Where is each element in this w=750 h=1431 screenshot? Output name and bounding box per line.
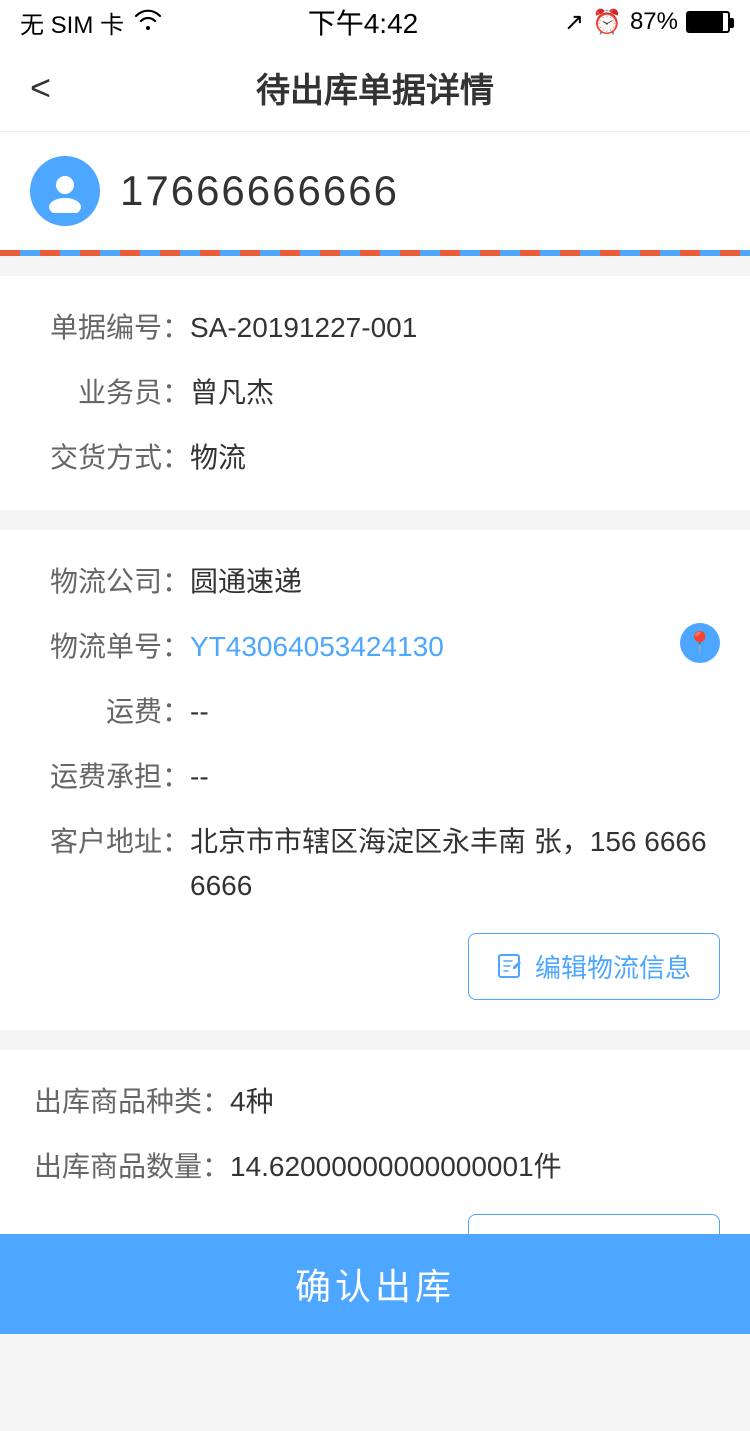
product-quantity-value: 14.62000000000000001件: [230, 1145, 720, 1190]
tracking-number-value: YT43064053424130: [190, 625, 668, 670]
status-bar: 无 SIM 卡 下午4:42 ↗ ⏰ 87%: [0, 0, 750, 44]
freight-bearer-value: --: [190, 755, 720, 800]
product-quantity-label: 出库商品数量：: [30, 1145, 230, 1190]
avatar: [30, 156, 100, 226]
edit-icon: [497, 953, 525, 981]
freight-label: 运费：: [30, 690, 190, 735]
dashed-divider: [0, 250, 750, 256]
battery-icon: [686, 11, 730, 33]
delivery-method-label: 交货方式：: [30, 436, 190, 481]
confirm-button[interactable]: 确认出库: [0, 1234, 750, 1334]
edit-logistics-area: 编辑物流信息: [30, 933, 720, 1000]
status-left: 无 SIM 卡: [20, 5, 162, 40]
section-divider: [0, 1030, 750, 1050]
salesperson-label: 业务员：: [30, 371, 190, 416]
confirm-button-label: 确认出库: [295, 1258, 455, 1310]
salesperson-value: 曾凡杰: [190, 371, 720, 416]
document-number-value: SA-20191227-001: [190, 306, 720, 351]
logistics-company-row: 物流公司： 圆通速递: [30, 560, 720, 605]
customer-phone: 17666666666: [120, 167, 399, 215]
status-right: ↗ ⏰ 87%: [564, 8, 730, 37]
edit-logistics-label: 编辑物流信息: [535, 948, 691, 985]
customer-header: 17666666666: [0, 132, 750, 250]
freight-bearer-label: 运费承担：: [30, 755, 190, 800]
freight-bearer-row: 运费承担： --: [30, 755, 720, 800]
document-number-label: 单据编号：: [30, 306, 190, 351]
delivery-method-row: 交货方式： 物流: [30, 436, 720, 481]
product-type-value: 4种: [230, 1080, 720, 1125]
logistics-company-label: 物流公司：: [30, 560, 190, 605]
address-value: 北京市市辖区海淀区永丰南 张，156 6666 6666: [190, 820, 720, 910]
edit-logistics-button[interactable]: 编辑物流信息: [468, 933, 720, 1000]
logistics-company-value: 圆通速递: [190, 560, 720, 605]
product-type-label: 出库商品种类：: [30, 1080, 230, 1125]
alarm-icon: ⏰: [592, 8, 622, 37]
product-type-row: 出库商品种类： 4种: [30, 1080, 720, 1125]
document-number-row: 单据编号： SA-20191227-001: [30, 306, 720, 351]
back-button[interactable]: <: [30, 67, 51, 109]
product-quantity-row: 出库商品数量： 14.62000000000000001件: [30, 1145, 720, 1190]
location-icon: ↗: [564, 8, 584, 37]
salesperson-row: 业务员： 曾凡杰: [30, 371, 720, 416]
battery-percentage: 87%: [630, 8, 678, 36]
page-title: 待出库单据详情: [256, 63, 494, 112]
freight-row: 运费： --: [30, 690, 720, 735]
person-icon: [43, 169, 87, 213]
carrier-label: 无 SIM 卡: [20, 5, 124, 40]
order-info-section: 单据编号： SA-20191227-001 业务员： 曾凡杰 交货方式： 物流: [0, 276, 750, 510]
status-time: 下午4:42: [308, 2, 419, 42]
map-pin-icon[interactable]: [680, 623, 720, 663]
nav-bar: < 待出库单据详情: [0, 44, 750, 132]
tracking-number-row: 物流单号： YT43064053424130: [30, 625, 720, 670]
address-row: 客户地址： 北京市市辖区海淀区永丰南 张，156 6666 6666: [30, 820, 720, 910]
wifi-icon: [134, 8, 162, 37]
tracking-number-label: 物流单号：: [30, 625, 190, 670]
logistics-section: 物流公司： 圆通速递 物流单号： YT43064053424130 运费： --…: [0, 530, 750, 1030]
address-label: 客户地址：: [30, 820, 190, 865]
freight-value: --: [190, 690, 720, 735]
delivery-method-value: 物流: [190, 436, 720, 481]
